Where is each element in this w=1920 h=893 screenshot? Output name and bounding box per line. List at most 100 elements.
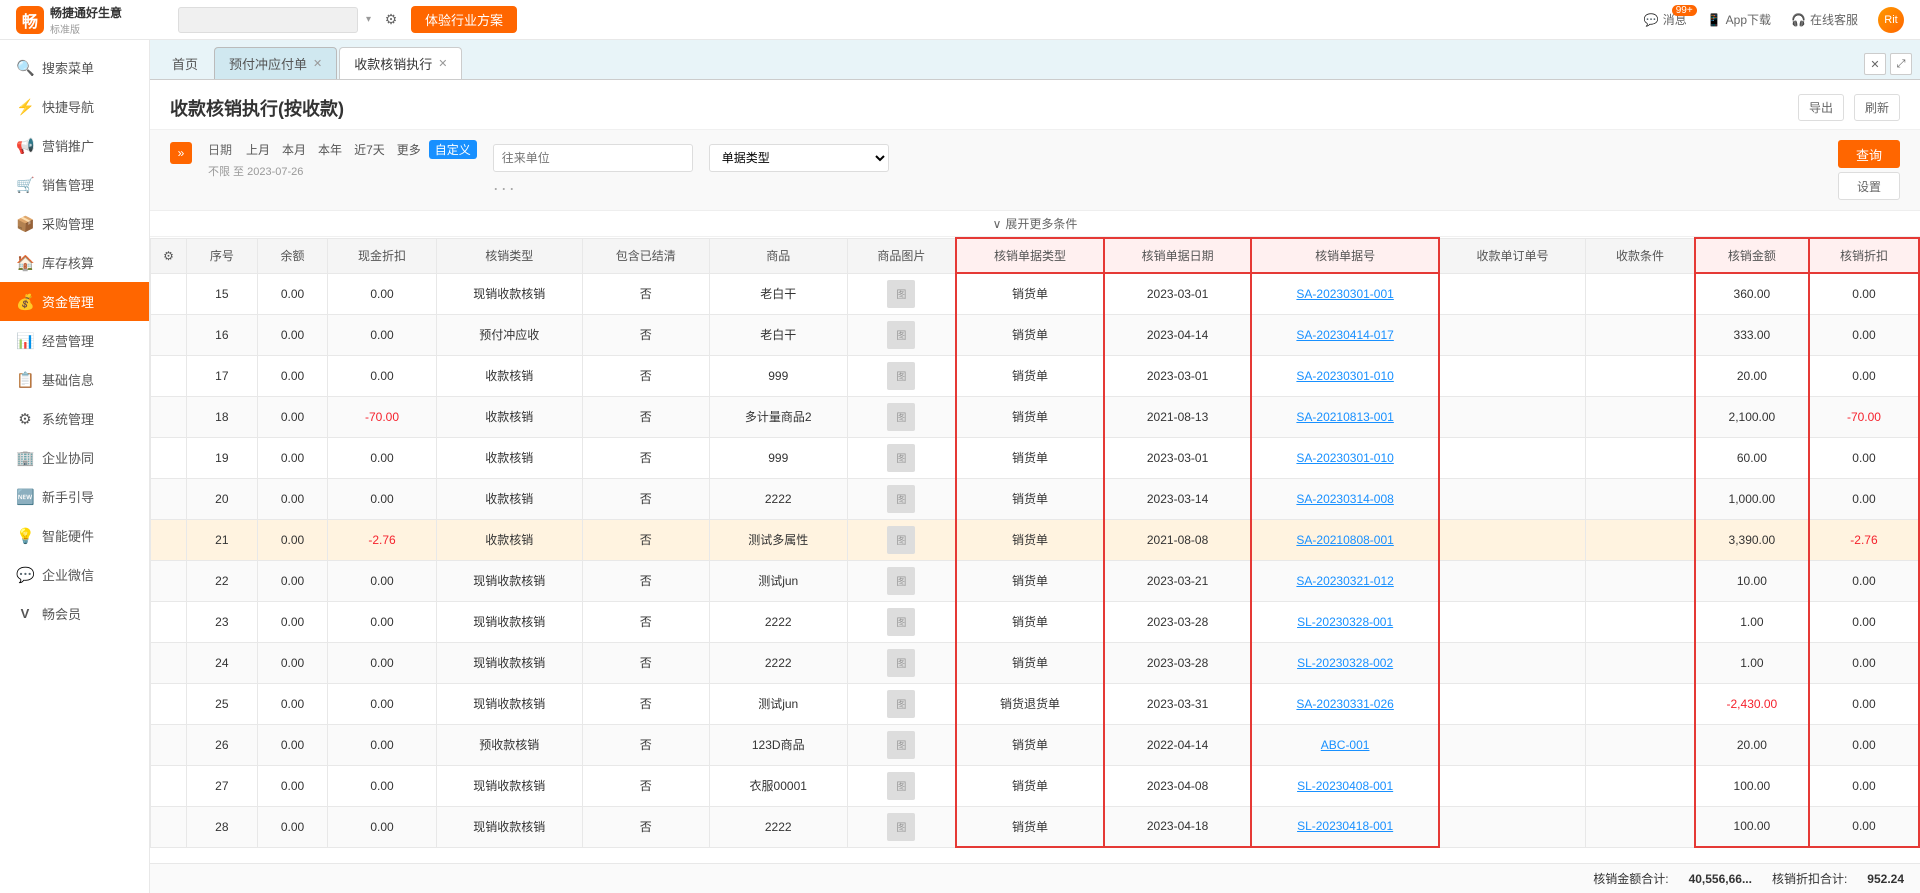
- search-dropdown-arrow[interactable]: ▾: [366, 14, 371, 25]
- tab-expand-button[interactable]: ⤢: [1890, 53, 1912, 75]
- bill-no-link[interactable]: ABC-001: [1321, 738, 1370, 752]
- sidebar-item-marketing[interactable]: 📢 营销推广: [0, 126, 149, 165]
- cell-product: 2222: [709, 478, 847, 519]
- sidebar-item-quick[interactable]: ⚡ 快捷导航: [0, 87, 149, 126]
- cell-product: 123D商品: [709, 724, 847, 765]
- tab-receipt-close[interactable]: ✕: [438, 57, 447, 70]
- sidebar-label-finance: 资金管理: [42, 292, 94, 311]
- cell-product-img: 图: [847, 806, 956, 847]
- query-button[interactable]: 查询: [1838, 140, 1900, 168]
- cell-receipt-order: [1439, 355, 1586, 396]
- bill-type-select[interactable]: 单据类型: [709, 144, 889, 172]
- sidebar-item-smart[interactable]: 💡 智能硬件: [0, 516, 149, 555]
- sidebar-item-corp[interactable]: 🏢 企业协同: [0, 438, 149, 477]
- footer-total-discount: 952.24: [1867, 872, 1904, 886]
- bill-no-link[interactable]: SA-20210813-001: [1296, 410, 1393, 424]
- user-avatar[interactable]: Rit: [1878, 7, 1904, 33]
- trial-industry-button[interactable]: 体验行业方案: [411, 6, 517, 33]
- app-icon: 📱: [1707, 13, 1722, 27]
- content-area: 首页 预付冲应付单 ✕ 收款核销执行 ✕ ✕ ⤢ 收款核销执行(按收款) 导: [150, 40, 1920, 893]
- date-btn-thismonth[interactable]: 本月: [278, 140, 310, 159]
- date-btn-custom[interactable]: 自定义: [429, 140, 477, 159]
- tab-prepay[interactable]: 预付冲应付单 ✕: [214, 47, 337, 79]
- sidebar-item-purchase[interactable]: 📦 采购管理: [0, 204, 149, 243]
- sidebar-item-biz[interactable]: 📊 经营管理: [0, 321, 149, 360]
- bill-no-link[interactable]: SA-20210808-001: [1296, 533, 1393, 547]
- sidebar-item-system[interactable]: ⚙ 系统管理: [0, 399, 149, 438]
- table-footer: 核销金额合计: 40,556,66... 核销折扣合计: 952.24: [150, 863, 1920, 893]
- cell-verify-amt: -2,430.00: [1695, 683, 1809, 724]
- cell-bill-type: 销货单: [956, 560, 1104, 601]
- sidebar-item-guide[interactable]: 🆕 新手引导: [0, 477, 149, 516]
- cell-settings: [151, 683, 187, 724]
- bill-no-link[interactable]: SL-20230328-001: [1297, 615, 1393, 629]
- partner-input[interactable]: [493, 144, 693, 172]
- refresh-button[interactable]: 刷新: [1854, 94, 1900, 121]
- bill-no-link[interactable]: SA-20230301-010: [1296, 369, 1393, 383]
- date-btn-7days[interactable]: 近7天: [350, 140, 389, 159]
- th-verify-discount: 核销折扣: [1809, 238, 1919, 273]
- logo-app-name: 畅捷通好生意: [50, 4, 122, 21]
- purchase-icon: 📦: [16, 215, 34, 233]
- cell-receipt-order: [1439, 437, 1586, 478]
- app-download[interactable]: 📱 App下载: [1707, 11, 1771, 28]
- bill-no-link[interactable]: SL-20230328-002: [1297, 656, 1393, 670]
- cell-bill-no: SL-20230328-002: [1251, 642, 1438, 683]
- message-area[interactable]: 💬 消息 99+: [1644, 11, 1687, 28]
- bill-no-link[interactable]: SA-20230331-026: [1296, 697, 1393, 711]
- bill-no-link[interactable]: SA-20230321-012: [1296, 574, 1393, 588]
- cell-product-img: 图: [847, 724, 956, 765]
- setting-button[interactable]: 设置: [1838, 172, 1900, 200]
- sidebar-item-base[interactable]: 📋 基础信息: [0, 360, 149, 399]
- th-settings[interactable]: ⚙: [151, 238, 187, 273]
- cell-product-img: 图: [847, 765, 956, 806]
- cell-product-img: 图: [847, 519, 956, 560]
- filter-expand-icon-button[interactable]: »: [170, 142, 192, 164]
- main-table: ⚙ 序号 余额 现金折扣 核销类型 包含已结清 商品 商品图片 核销单据类型 核…: [150, 237, 1920, 848]
- sidebar-item-wechat[interactable]: 💬 企业微信: [0, 555, 149, 594]
- date-btn-more[interactable]: 更多: [393, 140, 425, 159]
- bill-no-link[interactable]: SL-20230408-001: [1297, 779, 1393, 793]
- guide-icon: 🆕: [16, 488, 34, 506]
- bill-no-link[interactable]: SA-20230414-017: [1296, 328, 1393, 342]
- cell-verify-amt: 100.00: [1695, 806, 1809, 847]
- tab-home-label: 首页: [172, 54, 198, 73]
- sidebar-item-sales[interactable]: 🛒 销售管理: [0, 165, 149, 204]
- bill-no-link[interactable]: SA-20230301-010: [1296, 451, 1393, 465]
- expand-more-button[interactable]: ∨ 展开更多条件: [993, 215, 1078, 232]
- online-service[interactable]: 🎧 在线客服: [1791, 11, 1858, 28]
- cell-settings: [151, 601, 187, 642]
- logo-badge: 标准版: [50, 21, 122, 36]
- cell-num: 25: [187, 683, 258, 724]
- tab-close-button[interactable]: ✕: [1864, 53, 1886, 75]
- cell-product-img: 图: [847, 683, 956, 724]
- date-btn-lastmonth[interactable]: 上月: [242, 140, 274, 159]
- cell-receipt-cond: [1586, 642, 1695, 683]
- sidebar-item-inventory[interactable]: 🏠 库存核算: [0, 243, 149, 282]
- top-search-input[interactable]: [178, 7, 358, 33]
- cell-bill-type: 销货单: [956, 601, 1104, 642]
- bill-no-link[interactable]: SA-20230301-001: [1296, 287, 1393, 301]
- cell-verify-amt: 360.00: [1695, 273, 1809, 314]
- date-btn-thisyear[interactable]: 本年: [314, 140, 346, 159]
- tab-prepay-close[interactable]: ✕: [313, 57, 322, 70]
- cell-cash-discount: 0.00: [328, 437, 436, 478]
- cell-bill-date: 2023-03-28: [1104, 642, 1252, 683]
- cell-num: 27: [187, 765, 258, 806]
- cell-receipt-cond: [1586, 724, 1695, 765]
- bill-no-link[interactable]: SL-20230418-001: [1297, 819, 1393, 833]
- bill-no-link[interactable]: SA-20230314-008: [1296, 492, 1393, 506]
- cell-receipt-order: [1439, 724, 1586, 765]
- sidebar-item-finance[interactable]: 💰 资金管理: [0, 282, 149, 321]
- tab-home[interactable]: 首页: [158, 48, 212, 79]
- settings-gear-icon[interactable]: ⚙: [379, 8, 403, 32]
- expand-more-label: 展开更多条件: [1005, 215, 1077, 232]
- sidebar-item-search[interactable]: 🔍 搜索菜单: [0, 48, 149, 87]
- tab-receipt-label: 收款核销执行: [354, 54, 432, 73]
- tab-receipt[interactable]: 收款核销执行 ✕: [339, 47, 462, 79]
- cell-receipt-order: [1439, 683, 1586, 724]
- export-button[interactable]: 导出: [1798, 94, 1844, 121]
- cell-receipt-order: [1439, 273, 1586, 314]
- cell-receipt-order: [1439, 519, 1586, 560]
- sidebar-item-member[interactable]: V 畅会员: [0, 594, 149, 633]
